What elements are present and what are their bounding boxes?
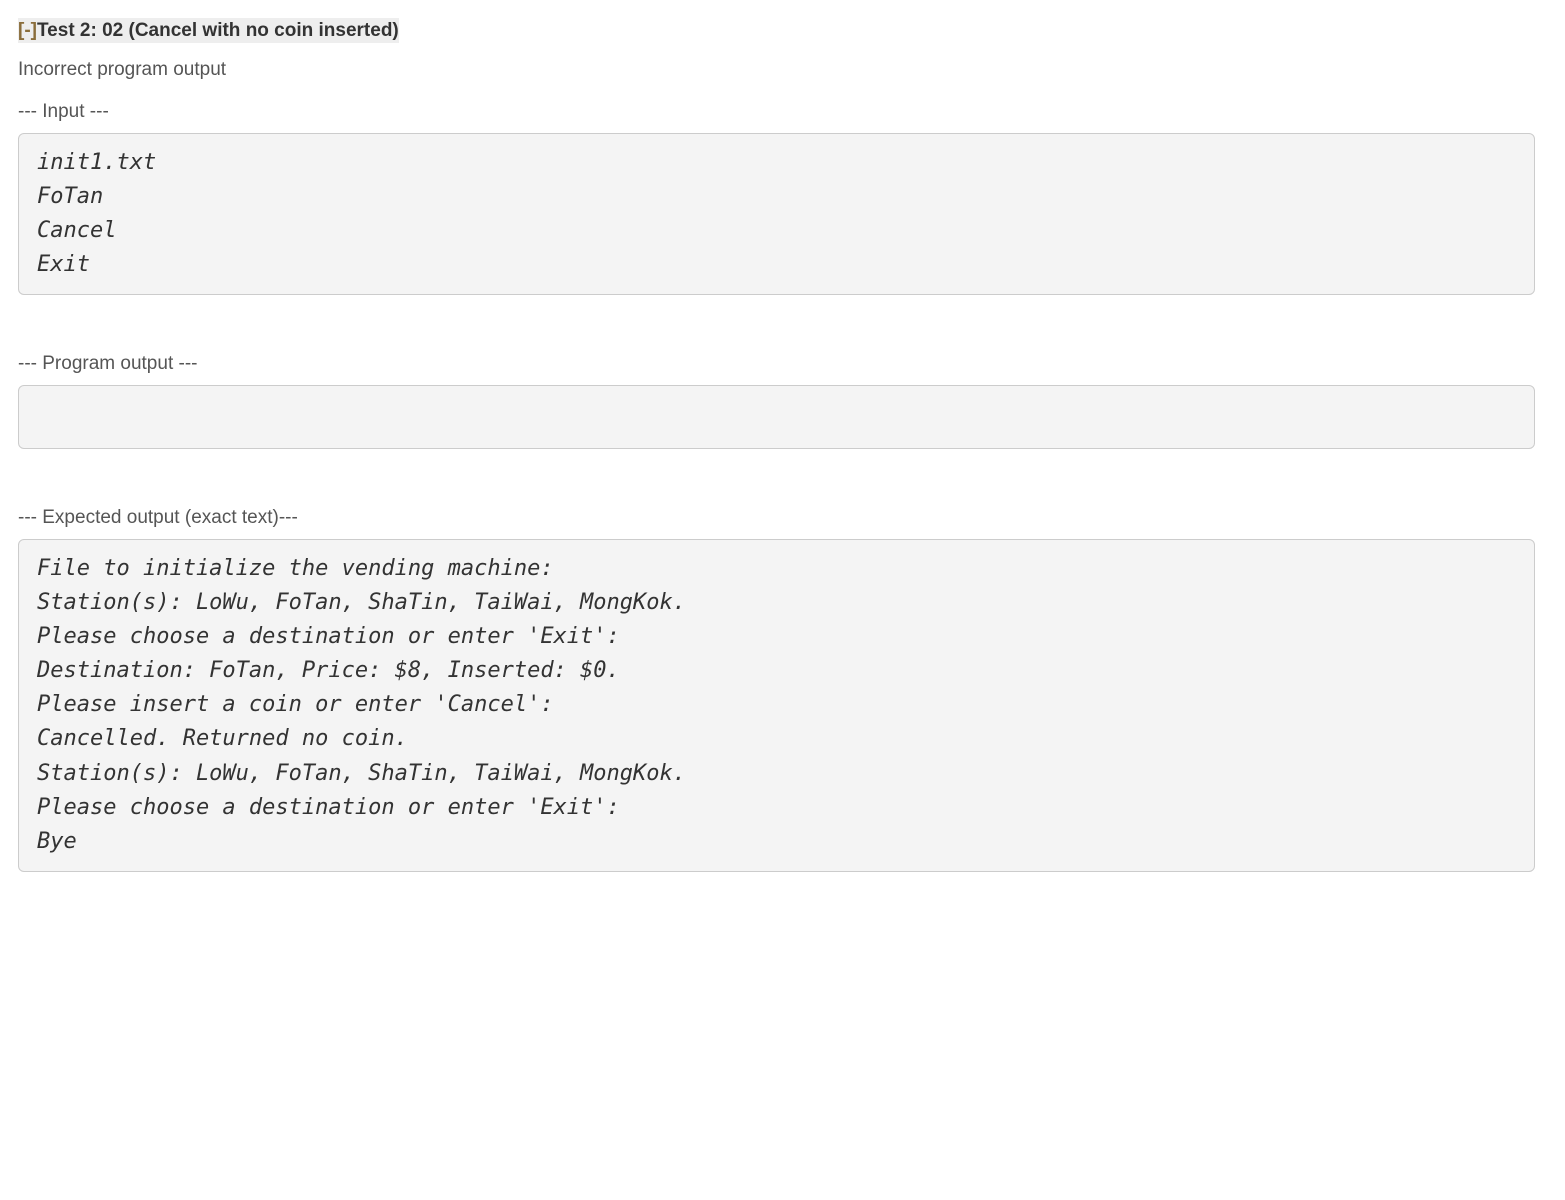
input-label: --- Input --- — [18, 101, 1535, 123]
expected-output-box: File to initialize the vending machine: … — [18, 539, 1535, 872]
program-output-label: --- Program output --- — [18, 353, 1535, 375]
expected-output-label: --- Expected output (exact text)--- — [18, 507, 1535, 529]
test-title: Test 2: 02 (Cancel with no coin inserted… — [37, 18, 399, 43]
test-header: [-]Test 2: 02 (Cancel with no coin inser… — [18, 18, 1535, 45]
input-box: init1.txt FoTan Cancel Exit — [18, 133, 1535, 295]
program-output-box — [18, 385, 1535, 449]
collapse-toggle[interactable]: [-] — [18, 18, 37, 43]
status-line: Incorrect program output — [18, 59, 1535, 81]
